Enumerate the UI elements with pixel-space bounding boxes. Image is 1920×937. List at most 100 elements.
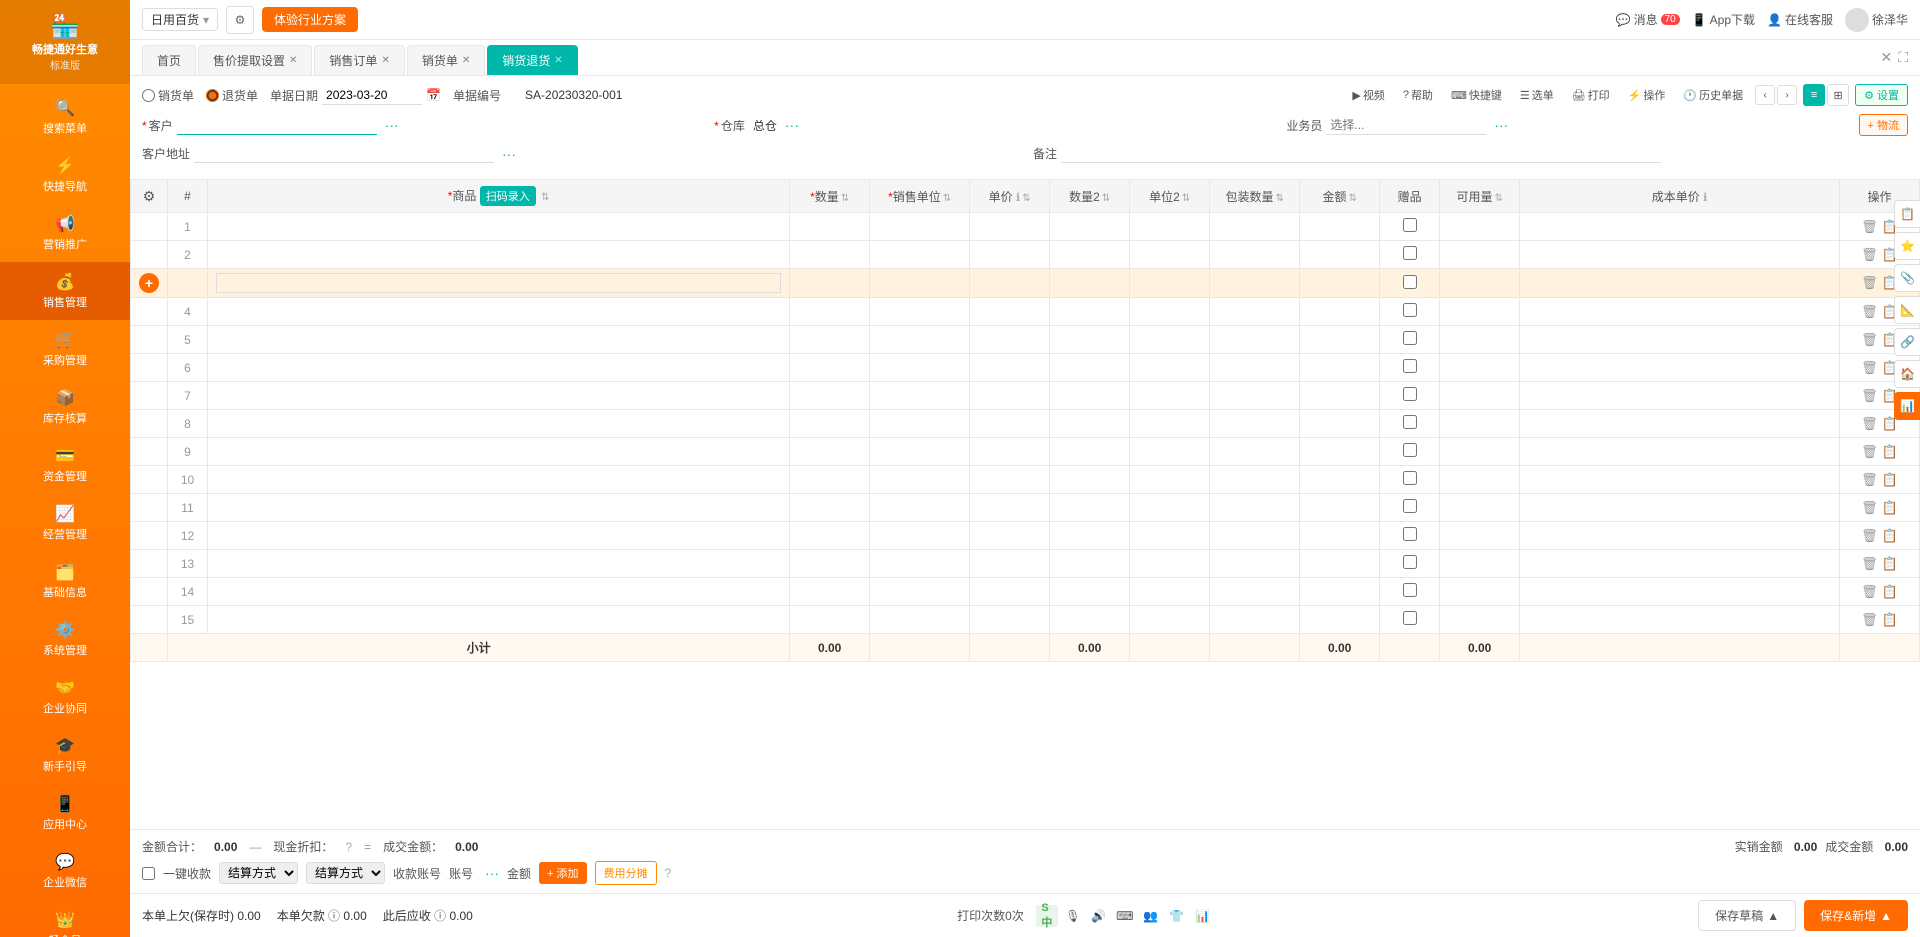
delete-row-btn[interactable]: 🗑: [1861, 304, 1878, 320]
messages-btn[interactable]: 💬 消息 70: [1616, 11, 1680, 28]
gift-checkbox[interactable]: [1403, 443, 1417, 457]
gift-checkbox[interactable]: [1403, 555, 1417, 569]
qty2-cell[interactable]: [1050, 213, 1130, 241]
print-toolbar-btn[interactable]: 🖨 打印: [1566, 85, 1616, 105]
delete-row-btn[interactable]: 🗑: [1861, 275, 1878, 291]
app-download-btn[interactable]: 📱 App下载: [1692, 11, 1755, 28]
gift-checkbox[interactable]: [1403, 275, 1417, 289]
sidebar-item-marketing[interactable]: 📢 营销推广: [0, 204, 130, 262]
close-all-tabs-btn[interactable]: ✕: [1880, 49, 1892, 66]
available-cell[interactable]: [1440, 213, 1520, 241]
calc-select[interactable]: 结算方式: [306, 862, 385, 884]
right-float-home[interactable]: 🏠: [1894, 360, 1920, 388]
tab-returns[interactable]: 销货退货 ✕: [487, 45, 577, 75]
amount-cell[interactable]: [1300, 241, 1380, 269]
list-view-btn[interactable]: ≡: [1803, 84, 1825, 106]
sidebar-item-sales[interactable]: 💰 销售管理: [0, 262, 130, 320]
sale-type-radio[interactable]: 销货单: [142, 87, 194, 104]
sidebar-item-apps[interactable]: 📱 应用中心: [0, 784, 130, 842]
amount-cell[interactable]: [1300, 213, 1380, 241]
right-float-attach[interactable]: 📎: [1894, 264, 1920, 292]
gift-checkbox[interactable]: [1403, 218, 1417, 232]
grid-view-btn[interactable]: ⊞: [1827, 84, 1849, 106]
unit2-cell[interactable]: [1130, 241, 1210, 269]
tab-sales-close[interactable]: ✕: [462, 55, 470, 66]
discount-help-icon[interactable]: ?: [345, 840, 352, 854]
delete-row-btn[interactable]: 🗑: [1861, 247, 1878, 263]
header-settings-btn[interactable]: ⚙: [226, 6, 254, 34]
add-row-button[interactable]: +: [139, 273, 159, 293]
category-select[interactable]: 日用百货 ▾: [142, 8, 218, 31]
sidebar-item-finance[interactable]: 💳 资金管理: [0, 436, 130, 494]
pkg-qty-cell[interactable]: [1210, 213, 1300, 241]
delete-row-btn[interactable]: 🗑: [1861, 416, 1878, 432]
right-float-star[interactable]: ⭐: [1894, 232, 1920, 260]
tool-btn-6[interactable]: 👕: [1166, 905, 1188, 927]
gift-checkbox[interactable]: [1403, 499, 1417, 513]
account-picker-btn[interactable]: ···: [485, 865, 499, 881]
settings-action-btn[interactable]: ⚙ 设置: [1855, 84, 1908, 106]
remark-input[interactable]: [1061, 144, 1661, 163]
right-float-active[interactable]: 📊: [1894, 392, 1920, 420]
delete-row-btn[interactable]: 🗑: [1861, 332, 1878, 348]
delete-row-btn[interactable]: 🗑: [1861, 360, 1878, 376]
sidebar-item-basic[interactable]: 🗂️ 基础信息: [0, 552, 130, 610]
sidebar-item-collab[interactable]: 🤝 企业协同: [0, 668, 130, 726]
right-float-measure[interactable]: 📐: [1894, 296, 1920, 324]
address-input[interactable]: [194, 144, 494, 163]
delete-row-btn[interactable]: 🗑: [1861, 612, 1878, 628]
sidebar-item-system[interactable]: ⚙️ 系统管理: [0, 610, 130, 668]
sales-unit-cell[interactable]: [870, 213, 970, 241]
qty-cell[interactable]: [790, 213, 870, 241]
operate-btn[interactable]: ⚡ 操作: [1622, 85, 1672, 105]
product-cell[interactable]: [208, 269, 790, 298]
gift-checkbox[interactable]: [1403, 246, 1417, 260]
fullscreen-btn[interactable]: ⛶: [1898, 49, 1908, 66]
add-payment-btn[interactable]: + 添加: [539, 862, 586, 884]
qty2-cell[interactable]: [1050, 241, 1130, 269]
sidebar-item-quicknav[interactable]: ⚡ 快捷导航: [0, 146, 130, 204]
qty2-cell[interactable]: [1050, 269, 1130, 298]
sidebar-item-member[interactable]: 👑 畅会员: [0, 900, 130, 937]
settlement-select[interactable]: 结算方式: [219, 862, 298, 884]
copy-row-btn[interactable]: 📋: [1882, 472, 1898, 488]
tool-btn-4[interactable]: ⌨: [1114, 905, 1136, 927]
help-btn[interactable]: ? 帮助: [1397, 85, 1439, 105]
amount-cell[interactable]: [1300, 269, 1380, 298]
prev-arrow-btn[interactable]: ‹: [1755, 85, 1775, 105]
delete-row-btn[interactable]: 🗑: [1861, 500, 1878, 516]
save-draft-btn[interactable]: 保存草稿 ▲: [1698, 900, 1796, 931]
qty-cell[interactable]: [790, 241, 870, 269]
copy-row-btn[interactable]: 📋: [1882, 584, 1898, 600]
gift-checkbox[interactable]: [1403, 331, 1417, 345]
sidebar-item-business[interactable]: 📈 经营管理: [0, 494, 130, 552]
sale-radio-input[interactable]: [142, 89, 155, 102]
delete-row-btn[interactable]: 🗑: [1861, 444, 1878, 460]
user-profile[interactable]: 徐泽华: [1845, 8, 1908, 32]
split-help-icon[interactable]: ?: [665, 866, 672, 880]
date-input[interactable]: [322, 86, 422, 105]
gift-checkbox[interactable]: [1403, 583, 1417, 597]
cost-price-cell[interactable]: [1520, 213, 1840, 241]
delete-row-btn[interactable]: 🗑: [1861, 388, 1878, 404]
product-cell[interactable]: [208, 213, 790, 241]
gift-cell[interactable]: [1380, 241, 1440, 269]
delete-row-btn[interactable]: 🗑: [1861, 584, 1878, 600]
sidebar-item-search[interactable]: 🔍 搜索菜单: [0, 88, 130, 146]
gift-checkbox[interactable]: [1403, 415, 1417, 429]
save-new-btn[interactable]: 保存&新增 ▲: [1804, 900, 1908, 931]
sales-unit-cell[interactable]: [870, 241, 970, 269]
copy-row-btn[interactable]: 📋: [1882, 500, 1898, 516]
gift-checkbox[interactable]: [1403, 471, 1417, 485]
tool-btn-5[interactable]: 👥: [1140, 905, 1162, 927]
address-picker-btn[interactable]: ···: [502, 146, 516, 162]
available-cell[interactable]: [1440, 269, 1520, 298]
split-expenses-btn[interactable]: 费用分摊: [595, 861, 657, 885]
tab-returns-close[interactable]: ✕: [554, 55, 562, 66]
unit2-cell[interactable]: [1130, 269, 1210, 298]
experience-button[interactable]: 体验行业方案: [262, 7, 358, 32]
copy-row-btn[interactable]: 📋: [1882, 444, 1898, 460]
copy-row-btn[interactable]: 📋: [1882, 556, 1898, 572]
qty-cell[interactable]: [790, 269, 870, 298]
one-key-collect-checkbox[interactable]: [142, 867, 155, 880]
